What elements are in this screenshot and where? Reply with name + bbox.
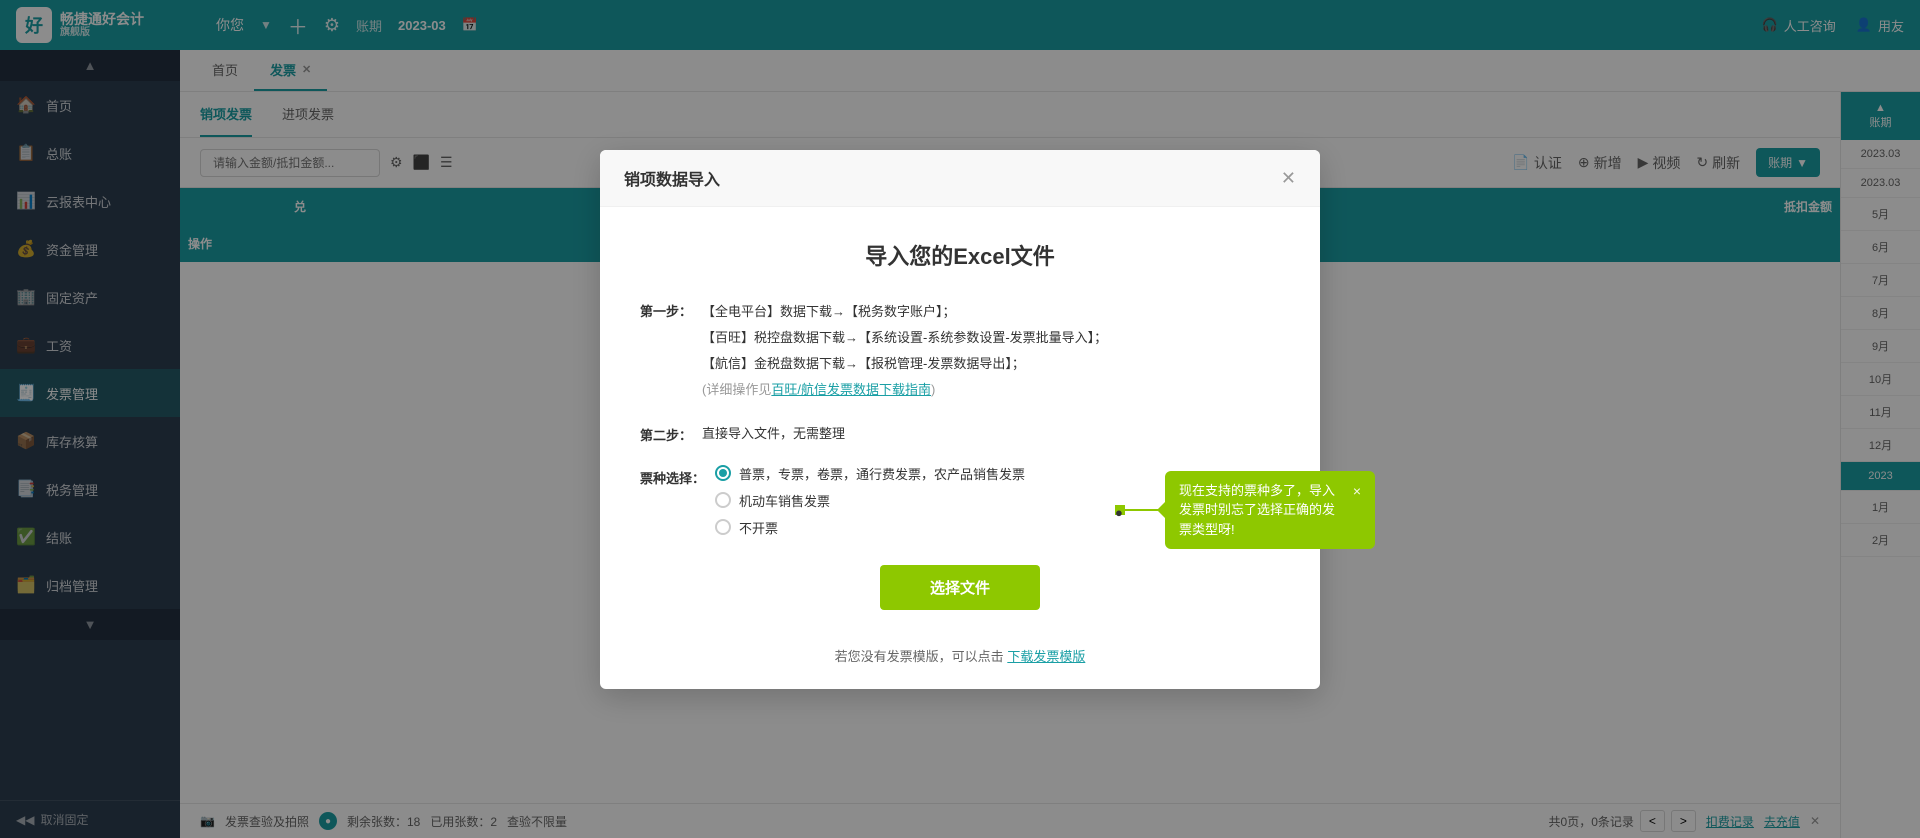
dialog-title: 销项数据导入 [624, 166, 720, 190]
radio-option-1[interactable]: 普票，专票，卷票，通行费发票，农产品销售发票 [715, 464, 1025, 483]
dialog-overlay: 销项数据导入 ✕ 导入您的Excel文件 第一步： 【全电平台】数据下载→【税务… [0, 0, 1920, 838]
dialog-header: 销项数据导入 ✕ [600, 150, 1320, 207]
radio-circle-1 [715, 465, 731, 481]
tooltip-close-button[interactable]: × [1353, 481, 1361, 502]
step2-label: 第二步： [640, 423, 692, 444]
tooltip-text: 现在支持的票种多了，导入发票时别忘了选择正确的发票类型呀! [1179, 483, 1335, 537]
guide-link[interactable]: 百旺/航信发票数据下载指南 [771, 382, 931, 397]
import-dialog: 销项数据导入 ✕ 导入您的Excel文件 第一步： 【全电平台】数据下载→【税务… [600, 150, 1320, 689]
download-template-link[interactable]: 下载发票模版 [1007, 649, 1085, 664]
step2-row: 第二步： 直接导入文件，无需整理 [640, 423, 1280, 444]
ticket-label: 票种选择： [640, 464, 705, 487]
dialog-close-button[interactable]: ✕ [1281, 169, 1296, 187]
select-file-button[interactable]: 选择文件 [880, 565, 1040, 610]
dialog-main-title: 导入您的Excel文件 [640, 239, 1280, 271]
radio-label-3: 不开票 [739, 518, 778, 537]
dialog-body: 导入您的Excel文件 第一步： 【全电平台】数据下载→【税务数字账户】； 【百… [600, 207, 1320, 634]
step1-label: 第一步： [640, 299, 692, 320]
footer-text: 若您没有发票模版，可以点击 [835, 649, 1004, 664]
step1-row: 第一步： 【全电平台】数据下载→【税务数字账户】； 【百旺】税控盘数据下载→【系… [640, 299, 1280, 403]
step2-content: 直接导入文件，无需整理 [702, 423, 845, 442]
radio-circle-3 [715, 519, 731, 535]
step1-line3: 【航信】金税盘数据下载→【报税管理-发票数据导出】； [702, 351, 1107, 377]
step2-section: 第二步： 直接导入文件，无需整理 [640, 423, 1280, 444]
radio-label-2: 机动车销售发票 [739, 491, 830, 510]
step1-line2: 【百旺】税控盘数据下载→【系统设置-系统参数设置-发票批量导入】； [702, 325, 1107, 351]
step1-section: 第一步： 【全电平台】数据下载→【税务数字账户】； 【百旺】税控盘数据下载→【系… [640, 299, 1280, 403]
radio-option-2[interactable]: 机动车销售发票 ● × 现在支持的票种多了，导入发票时别忘了选择正确的发票类型呀… [715, 491, 1025, 510]
ticket-options: 普票，专票，卷票，通行费发票，农产品销售发票 机动车销售发票 ● [715, 464, 1025, 537]
tooltip-dot: ● [1115, 505, 1125, 515]
radio-option-3[interactable]: 不开票 [715, 518, 1025, 537]
step1-content: 【全电平台】数据下载→【税务数字账户】； 【百旺】税控盘数据下载→【系统设置-系… [702, 299, 1107, 403]
step1-link: (详细操作见百旺/航信发票数据下载指南) [702, 377, 1107, 403]
ticket-section: 票种选择： 普票，专票，卷票，通行费发票，农产品销售发票 机动车销售发票 [640, 464, 1280, 537]
radio-circle-2 [715, 492, 731, 508]
tooltip-container: ● × 现在支持的票种多了，导入发票时别忘了选择正确的发票类型呀! [1115, 471, 1375, 550]
dialog-footer: 若您没有发票模版，可以点击 下载发票模版 [600, 634, 1320, 689]
radio-label-1: 普票，专票，卷票，通行费发票，农产品销售发票 [739, 464, 1025, 483]
step2-text: 直接导入文件，无需整理 [702, 426, 845, 441]
tooltip-box: × 现在支持的票种多了，导入发票时别忘了选择正确的发票类型呀! [1165, 471, 1375, 550]
ticket-row: 票种选择： 普票，专票，卷票，通行费发票，农产品销售发票 机动车销售发票 [640, 464, 1280, 537]
step1-line1: 【全电平台】数据下载→【税务数字账户】； [702, 299, 1107, 325]
